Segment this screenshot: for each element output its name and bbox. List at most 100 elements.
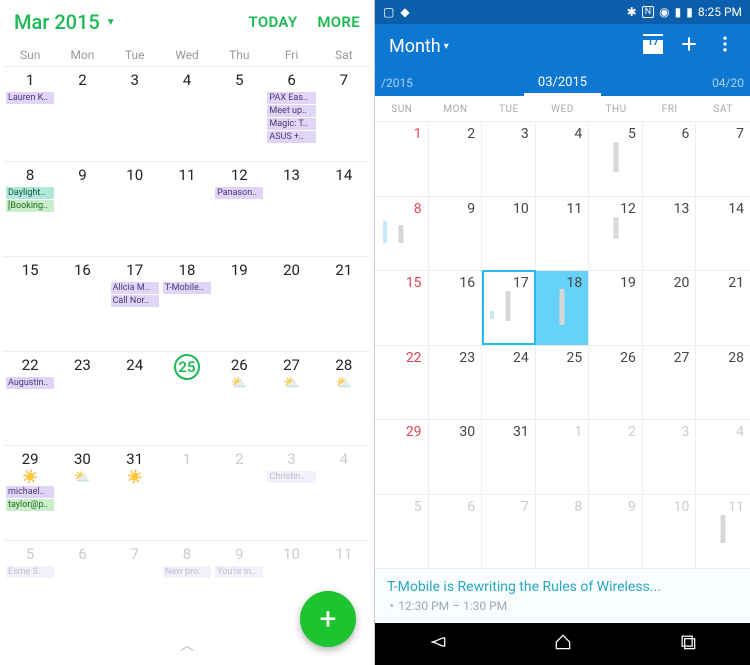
calendar-day-cell[interactable]: 25	[536, 345, 590, 420]
calendar-day-cell[interactable]: 11	[696, 494, 750, 569]
calendar-day-cell[interactable]: 1	[375, 121, 429, 196]
event-chip[interactable]: michael..	[6, 486, 54, 498]
calendar-day-cell[interactable]: 15	[375, 270, 429, 345]
calendar-day-cell[interactable]: 15	[4, 257, 56, 351]
calendar-day-cell[interactable]: 28	[696, 345, 750, 420]
calendar-day-cell[interactable]: 18T-Mobile..	[161, 257, 213, 351]
event-chip[interactable]: [Booking..	[6, 200, 54, 212]
calendar-day-cell[interactable]: 1	[161, 446, 213, 540]
calendar-day-cell[interactable]: 17	[482, 270, 536, 345]
event-chip[interactable]: taylor@p..	[6, 499, 54, 511]
overflow-menu-button[interactable]	[714, 34, 736, 58]
calendar-day-cell[interactable]: 24	[109, 352, 161, 446]
event-chip[interactable]: Lauren K..	[6, 92, 54, 104]
calendar-day-cell[interactable]: 5	[213, 67, 265, 161]
calendar-day-cell[interactable]: 9	[589, 494, 643, 569]
calendar-day-cell[interactable]: 22	[375, 345, 429, 420]
calendar-day-cell[interactable]: 19	[213, 257, 265, 351]
calendar-day-cell[interactable]: 21	[696, 270, 750, 345]
event-chip[interactable]: Daylight..	[6, 187, 54, 199]
event-chip[interactable]: Esme S..	[6, 566, 54, 578]
calendar-day-cell[interactable]: 8New pro..	[161, 541, 213, 635]
event-chip[interactable]: Call Nor..	[111, 295, 159, 307]
calendar-day-cell[interactable]: 3	[482, 121, 536, 196]
calendar-day-cell[interactable]: 13	[265, 162, 317, 256]
prev-month-tab[interactable]: /2015	[375, 76, 502, 96]
recents-button[interactable]	[678, 632, 698, 656]
calendar-day-cell[interactable]: 30⛅	[56, 446, 108, 540]
calendar-day-cell[interactable]: 23	[56, 352, 108, 446]
calendar-day-cell[interactable]: 9	[429, 196, 483, 271]
calendar-day-cell[interactable]: 7	[109, 541, 161, 635]
calendar-day-cell[interactable]: 8	[375, 196, 429, 271]
event-chip[interactable]: New pro..	[163, 566, 211, 578]
event-chip[interactable]: Alicia M..	[111, 282, 159, 294]
event-chip[interactable]: ASUS +..	[267, 131, 315, 143]
calendar-day-cell[interactable]: 5Esme S..	[4, 541, 56, 635]
calendar-day-cell[interactable]: 2	[56, 67, 108, 161]
calendar-day-cell[interactable]: 9You're in..	[213, 541, 265, 635]
event-chip[interactable]: Meet up..	[267, 105, 315, 117]
today-button[interactable]: TODAY	[249, 13, 298, 31]
calendar-day-cell[interactable]: 5	[375, 494, 429, 569]
calendar-day-cell[interactable]: 7	[696, 121, 750, 196]
calendar-day-cell[interactable]: 2	[589, 419, 643, 494]
calendar-day-cell[interactable]: 11	[536, 196, 590, 271]
calendar-day-cell[interactable]: 25	[161, 352, 213, 446]
calendar-day-cell[interactable]: 22Augustin..	[4, 352, 56, 446]
calendar-day-cell[interactable]: 20	[643, 270, 697, 345]
month-picker[interactable]: Mar 2015 ▼	[14, 10, 116, 34]
calendar-day-cell[interactable]: 24	[482, 345, 536, 420]
calendar-day-cell[interactable]: 27	[643, 345, 697, 420]
calendar-day-cell[interactable]: 9	[56, 162, 108, 256]
add-event-fab[interactable]: +	[300, 591, 356, 647]
calendar-day-cell[interactable]: 6	[643, 121, 697, 196]
calendar-day-cell[interactable]: 14	[318, 162, 370, 256]
event-chip[interactable]: Augustin..	[6, 377, 54, 389]
calendar-day-cell[interactable]: 29☀️michael..taylor@p..	[4, 446, 56, 540]
back-button[interactable]	[428, 632, 448, 656]
calendar-day-cell[interactable]: 6	[429, 494, 483, 569]
event-chip[interactable]: PAX Eas..	[267, 92, 315, 104]
calendar-day-cell[interactable]: 3	[643, 419, 697, 494]
selected-day-event-card[interactable]: T-Mobile is Rewriting the Rules of Wirel…	[375, 568, 750, 623]
calendar-day-cell[interactable]: 26⛅	[213, 352, 265, 446]
event-chip[interactable]: Panason..	[215, 187, 263, 199]
calendar-day-cell[interactable]: 6	[56, 541, 108, 635]
jump-to-today-button[interactable]	[642, 34, 664, 58]
calendar-day-cell[interactable]: 10	[643, 494, 697, 569]
event-chip[interactable]: Magic: T..	[267, 118, 315, 130]
calendar-day-cell[interactable]: 18	[536, 270, 590, 345]
calendar-day-cell[interactable]: 16	[429, 270, 483, 345]
more-button[interactable]: MORE	[317, 13, 360, 31]
calendar-day-cell[interactable]: 19	[589, 270, 643, 345]
calendar-day-cell[interactable]: 12	[589, 196, 643, 271]
calendar-day-cell[interactable]: 20	[265, 257, 317, 351]
calendar-day-cell[interactable]: 12Panason..	[213, 162, 265, 256]
calendar-day-cell[interactable]: 10	[109, 162, 161, 256]
calendar-day-cell[interactable]: 30	[429, 419, 483, 494]
calendar-day-cell[interactable]: 31	[482, 419, 536, 494]
calendar-day-cell[interactable]: 1	[536, 419, 590, 494]
calendar-day-cell[interactable]: 4	[318, 446, 370, 540]
calendar-day-cell[interactable]: 6PAX Eas..Meet up..Magic: T..ASUS +..	[265, 67, 317, 161]
calendar-day-cell[interactable]: 16	[56, 257, 108, 351]
calendar-day-cell[interactable]: 11	[161, 162, 213, 256]
home-button[interactable]	[553, 632, 573, 656]
next-month-tab[interactable]: 04/20	[623, 76, 750, 96]
calendar-day-cell[interactable]: 7	[482, 494, 536, 569]
current-month-tab[interactable]: 03/2015	[502, 75, 623, 96]
calendar-day-cell[interactable]: 7	[318, 67, 370, 161]
calendar-day-cell[interactable]: 4	[696, 419, 750, 494]
calendar-day-cell[interactable]: 27⛅	[265, 352, 317, 446]
calendar-day-cell[interactable]: 8Daylight..[Booking..	[4, 162, 56, 256]
calendar-day-cell[interactable]: 2	[213, 446, 265, 540]
calendar-day-cell[interactable]: 2	[429, 121, 483, 196]
add-event-button[interactable]	[678, 34, 700, 58]
calendar-day-cell[interactable]: 3Christin..	[265, 446, 317, 540]
calendar-day-cell[interactable]: 1Lauren K..	[4, 67, 56, 161]
calendar-day-cell[interactable]: 5	[589, 121, 643, 196]
event-chip[interactable]: Christin..	[267, 471, 315, 483]
calendar-day-cell[interactable]: 14	[696, 196, 750, 271]
view-picker[interactable]: Month ▾	[389, 36, 449, 57]
